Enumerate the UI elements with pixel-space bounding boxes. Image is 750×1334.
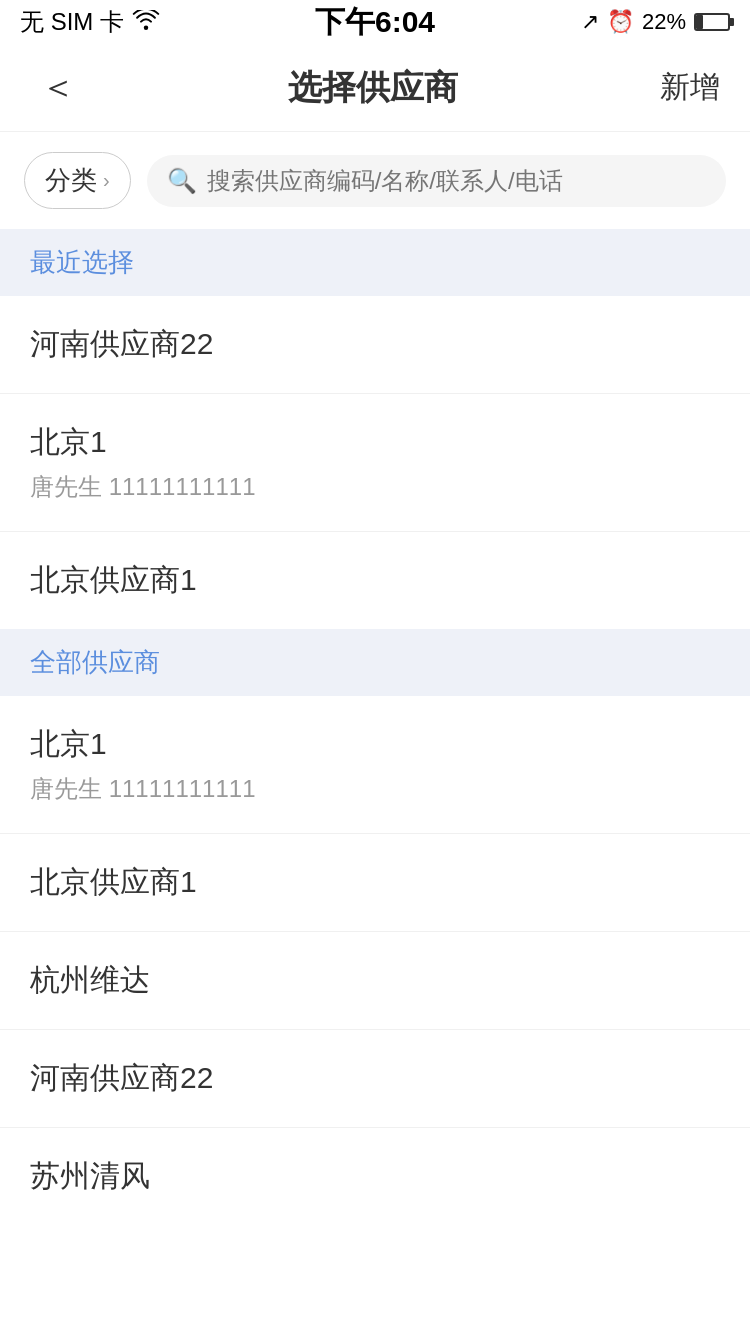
supplier-sections: 最近选择河南供应商22 北京1 唐先生 11111111111 北京供应商1 全部供应商… xyxy=(0,229,750,1225)
supplier-item[interactable]: 苏州清风 xyxy=(0,1128,750,1225)
status-time: 下午6:04 xyxy=(315,2,435,43)
category-label: 分类 xyxy=(45,163,97,198)
supplier-list-recent: 河南供应商22 北京1 唐先生 11111111111 北京供应商1 xyxy=(0,296,750,629)
supplier-name: 北京1 xyxy=(30,724,720,765)
status-right: ↗ ⏰ 22% xyxy=(581,9,730,35)
supplier-name: 杭州维达 xyxy=(30,960,720,1001)
supplier-item[interactable]: 杭州维达 xyxy=(0,932,750,1030)
alarm-icon: ⏰ xyxy=(607,9,634,35)
section-header-all: 全部供应商 xyxy=(0,629,750,696)
supplier-item[interactable]: 河南供应商22 xyxy=(0,1030,750,1128)
chevron-right-icon: › xyxy=(103,169,110,192)
supplier-name: 苏州清风 xyxy=(30,1156,720,1197)
status-bar: 无 SIM 卡 下午6:04 ↗ ⏰ 22% xyxy=(0,0,750,44)
sim-status: 无 SIM 卡 xyxy=(20,6,124,38)
search-bar: 分类 › 🔍 xyxy=(0,132,750,229)
supplier-name: 北京供应商1 xyxy=(30,560,720,601)
supplier-name: 北京1 xyxy=(30,422,720,463)
status-left: 无 SIM 卡 xyxy=(20,6,160,38)
add-button[interactable]: 新增 xyxy=(660,67,720,108)
supplier-item[interactable]: 河南供应商22 xyxy=(0,296,750,394)
page-title: 选择供应商 xyxy=(288,65,458,111)
supplier-item[interactable]: 北京供应商1 xyxy=(0,834,750,932)
supplier-name: 北京供应商1 xyxy=(30,862,720,903)
search-input[interactable] xyxy=(207,167,706,195)
wifi-icon xyxy=(132,8,160,36)
category-button[interactable]: 分类 › xyxy=(24,152,131,209)
supplier-name: 河南供应商22 xyxy=(30,324,720,365)
supplier-name: 河南供应商22 xyxy=(30,1058,720,1099)
supplier-item[interactable]: 北京供应商1 xyxy=(0,532,750,629)
supplier-item[interactable]: 北京1 唐先生 11111111111 xyxy=(0,696,750,834)
search-icon: 🔍 xyxy=(167,167,197,195)
supplier-contact: 唐先生 11111111111 xyxy=(30,471,720,503)
supplier-contact: 唐先生 11111111111 xyxy=(30,773,720,805)
battery-status: 22% xyxy=(642,9,686,35)
nav-bar: ＜ 选择供应商 新增 xyxy=(0,44,750,132)
section-header-recent: 最近选择 xyxy=(0,229,750,296)
back-button[interactable]: ＜ xyxy=(30,53,86,122)
search-input-wrapper: 🔍 xyxy=(147,155,726,207)
battery-icon xyxy=(694,13,730,31)
location-icon: ↗ xyxy=(581,9,599,35)
supplier-list-all: 北京1 唐先生 11111111111 北京供应商1 杭州维达河南供应商22 苏州清风 xyxy=(0,696,750,1225)
supplier-item[interactable]: 北京1 唐先生 11111111111 xyxy=(0,394,750,532)
